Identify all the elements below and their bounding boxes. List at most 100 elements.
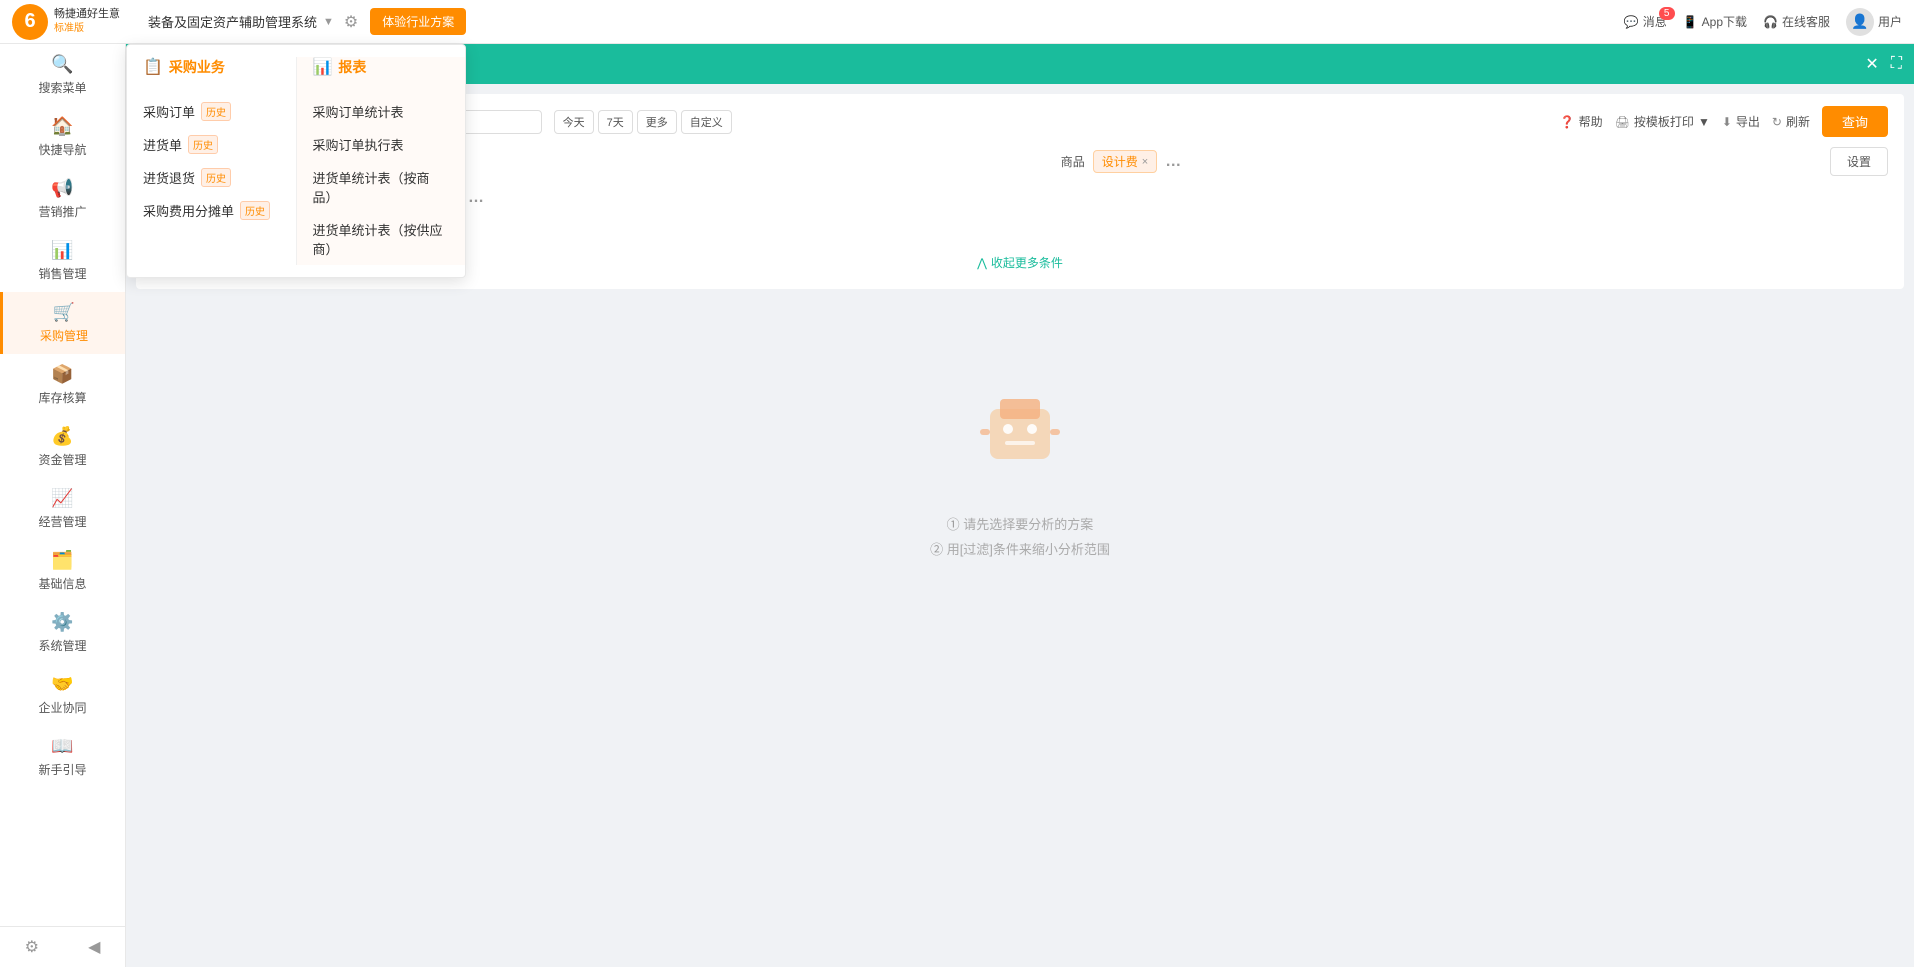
sidebar-item-label: 采购管理: [40, 327, 88, 344]
system-name: 装备及固定资产辅助管理系统: [148, 12, 317, 31]
settings-gear-icon[interactable]: ⚙: [344, 12, 358, 32]
dropdown-col1-label: 采购业务: [169, 57, 225, 77]
dropdown-col-reports: 📊 报表 采购订单统计表 采购订单执行表 进货单统计表（按商品） 进货单统计表（…: [296, 57, 466, 265]
user-avatar: 👤: [1846, 8, 1874, 36]
sidebar-item-label: 资金管理: [38, 451, 86, 468]
dropdown-overlay: 📋 采购业务 采购订单 历史 进货单 历史 进货退货 历史: [126, 44, 466, 278]
history-badge: 历史: [201, 102, 231, 121]
refresh-button[interactable]: ↻ 刷新: [1772, 113, 1810, 130]
goods-tag: 设计费 ×: [1093, 150, 1157, 173]
sidebar-item-search[interactable]: 🔍 搜索菜单: [0, 44, 125, 106]
dropdown-col-purchase: 📋 采购业务 采购订单 历史 进货单 历史 进货退货 历史: [127, 57, 296, 265]
goods-tag-close[interactable]: ×: [1142, 156, 1148, 168]
sidebar-collapse-icon[interactable]: ◀: [88, 937, 100, 957]
sidebar: 🔍 搜索菜单 🏠 快捷导航 📢 营销推广 📊 销售管理 🛒 采购管理 📦: [0, 44, 126, 967]
help-label: 帮助: [1579, 113, 1603, 130]
quick-date-7days[interactable]: 7天: [598, 110, 633, 134]
tab-bar-right: ✕ ⛶: [1861, 52, 1914, 76]
online-service-label: 在线客服: [1782, 13, 1830, 30]
top-bar: 6 畅捷通好生意 标准版 装备及固定资产辅助管理系统 ▼ ⚙ 体验行业方案 💬 …: [0, 0, 1914, 44]
dropdown-item-purchase-fee[interactable]: 采购费用分摊单 历史: [143, 194, 280, 227]
empty-hint-2: ② 用[过滤]条件来缩小分析范围: [930, 539, 1110, 558]
quick-date-more[interactable]: 更多: [637, 110, 677, 134]
dropdown-item-purchase-order-stat[interactable]: 采购订单统计表: [313, 95, 450, 128]
tab-close-window-icon[interactable]: ✕: [1861, 52, 1882, 76]
logo-badge: 标准版: [54, 22, 120, 36]
dropdown-item-goods-in-stat-supplier[interactable]: 进货单统计表（按供应商）: [313, 213, 450, 265]
sidebar-item-finance[interactable]: 💰 资金管理: [0, 416, 125, 478]
sidebar-item-enterprise[interactable]: 🤝 企业协同: [0, 664, 125, 726]
app-container: 6 畅捷通好生意 标准版 装备及固定资产辅助管理系统 ▼ ⚙ 体验行业方案 💬 …: [0, 0, 1914, 967]
sidebar-item-sales[interactable]: 📊 销售管理: [0, 230, 125, 292]
online-service-button[interactable]: 🎧 在线客服: [1763, 13, 1830, 30]
search-icon: 🔍: [51, 54, 73, 75]
print-button[interactable]: 🖨 按模板打印 ▼: [1615, 113, 1710, 130]
top-right-actions: 💬 5 消息 📱 App下载 🎧 在线客服 👤 用户: [1624, 8, 1902, 36]
goods-more-icon[interactable]: …: [1165, 153, 1181, 171]
user-button[interactable]: 👤 用户: [1846, 8, 1902, 36]
quick-date-custom[interactable]: 自定义: [681, 110, 732, 134]
notification-badge: 5: [1659, 7, 1675, 20]
dropdown-item-label: 进货单统计表（按供应商）: [313, 220, 450, 258]
sidebar-item-label: 基础信息: [38, 575, 86, 592]
sidebar-item-operations[interactable]: 📈 经营管理: [0, 478, 125, 540]
system-icon: ⚙️: [51, 612, 73, 633]
dropdown-col2-label: 报表: [338, 57, 366, 77]
refresh-label: 刷新: [1786, 113, 1810, 130]
print-dropdown-icon[interactable]: ▼: [1698, 115, 1710, 129]
quick-date-buttons: 今天 7天 更多 自定义: [554, 110, 732, 134]
dropdown-item-label: 采购订单执行表: [313, 135, 404, 154]
reports-icon: 📊: [313, 57, 333, 77]
dropdown-arrow-icon[interactable]: ▼: [323, 16, 334, 28]
sidebar-item-label: 搜索菜单: [38, 79, 86, 96]
tab-maximize-icon[interactable]: ⛶: [1887, 53, 1906, 75]
goods-label: 商品: [1061, 153, 1085, 170]
bottom-settings-icon[interactable]: ⚙: [25, 937, 39, 957]
dropdown-item-label: 进货单: [143, 135, 182, 154]
sidebar-item-inventory[interactable]: 📦 库存核算: [0, 354, 125, 416]
industry-button[interactable]: 体验行业方案: [370, 8, 466, 35]
user-label: 用户: [1878, 13, 1902, 30]
collapse-label: 收起更多条件: [991, 254, 1063, 271]
sidebar-item-basic-info[interactable]: 🗂️ 基础信息: [0, 540, 125, 602]
dropdown-item-label: 进货退货: [143, 168, 195, 187]
help-icon: ❓: [1560, 115, 1575, 129]
dropdown-item-label: 采购费用分摊单: [143, 201, 234, 220]
help-button[interactable]: ❓ 帮助: [1560, 113, 1603, 130]
toolbar-right: ❓ 帮助 🖨 按模板打印 ▼ ⬇ 导出: [1560, 106, 1888, 137]
print-label: 按模板打印: [1634, 113, 1694, 130]
logo-icon: 6: [12, 4, 48, 40]
dropdown-item-goods-in-stat-goods[interactable]: 进货单统计表（按商品）: [313, 161, 450, 213]
sidebar-item-system[interactable]: ⚙️ 系统管理: [0, 602, 125, 664]
sidebar-item-quick-nav[interactable]: 🏠 快捷导航: [0, 106, 125, 168]
sidebar-item-marketing[interactable]: 📢 营销推广: [0, 168, 125, 230]
sidebar-item-label: 营销推广: [38, 203, 86, 220]
logo-text: 畅捷通好生意 标准版: [54, 7, 120, 36]
export-button[interactable]: ⬇ 导出: [1722, 113, 1760, 130]
app-download-button[interactable]: 📱 App下载: [1683, 13, 1747, 30]
dropdown-item-purchase-order[interactable]: 采购订单 历史: [143, 95, 280, 128]
sidebar-bottom: ⚙ ◀: [0, 926, 125, 967]
logo-area: 6 畅捷通好生意 标准版: [12, 4, 138, 40]
query-button[interactable]: 查询: [1822, 106, 1888, 137]
history-badge: 历史: [240, 201, 270, 220]
sidebar-item-purchase[interactable]: 🛒 采购管理: [0, 292, 125, 354]
sidebar-item-label: 经营管理: [38, 513, 86, 530]
salesperson-more-icon[interactable]: …: [468, 189, 484, 207]
dropdown-item-goods-return[interactable]: 进货退货 历史: [143, 161, 280, 194]
message-button[interactable]: 💬 5 消息: [1624, 13, 1667, 30]
dropdown-item-goods-in[interactable]: 进货单 历史: [143, 128, 280, 161]
settings-button[interactable]: 设置: [1830, 147, 1888, 176]
app-download-label: App下载: [1702, 13, 1747, 30]
sidebar-item-label: 销售管理: [38, 265, 86, 282]
sidebar-item-guide[interactable]: 📖 新手引导: [0, 726, 125, 788]
dropdown-item-purchase-order-exec[interactable]: 采购订单执行表: [313, 128, 450, 161]
dropdown-columns: 📋 采购业务 采购订单 历史 进货单 历史 进货退货 历史: [127, 57, 465, 265]
logo-name: 畅捷通好生意: [54, 7, 120, 22]
guide-icon: 📖: [51, 736, 73, 757]
sidebar-item-label: 系统管理: [38, 637, 86, 654]
quick-date-today[interactable]: 今天: [554, 110, 594, 134]
empty-state: ① 请先选择要分析的方案 ② 用[过滤]条件来缩小分析范围: [136, 299, 1904, 644]
operations-icon: 📈: [51, 488, 73, 509]
basic-info-icon: 🗂️: [51, 550, 73, 571]
